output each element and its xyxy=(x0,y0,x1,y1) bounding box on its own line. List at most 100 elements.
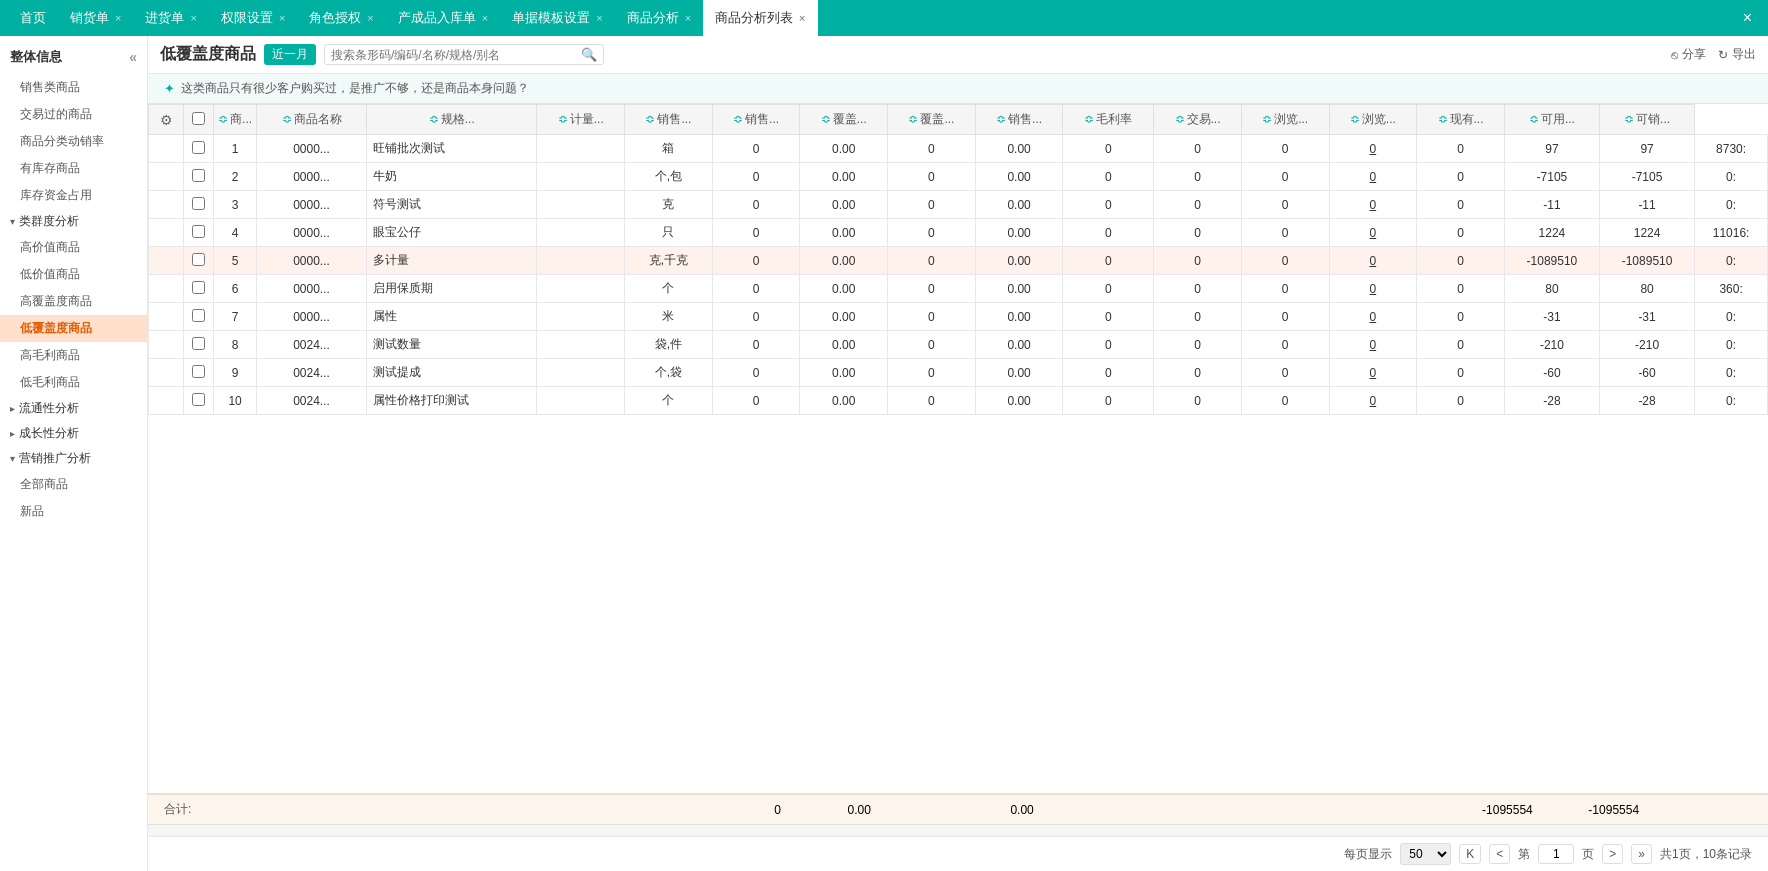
column-name[interactable]: ≎商品名称 xyxy=(257,105,367,135)
sidebar-item-sales-goods[interactable]: 销售类商品 xyxy=(0,74,147,101)
window-close-button[interactable]: × xyxy=(1735,9,1760,27)
row-checkbox[interactable] xyxy=(192,365,205,378)
cell-browse1[interactable]: 0 xyxy=(1329,163,1417,191)
cell-name[interactable]: 启用保质期 xyxy=(367,275,537,303)
nav-sales-order[interactable]: 销货单 × xyxy=(58,0,133,36)
cell-name[interactable]: 牛奶 xyxy=(367,163,537,191)
sidebar-group-growth[interactable]: ▸ 成长性分析 xyxy=(0,421,147,446)
nav-close-icon[interactable]: × xyxy=(190,12,196,24)
column-sales2[interactable]: ≎销售... xyxy=(975,105,1063,135)
cell-sales-amount: 0.00 xyxy=(800,219,888,247)
row-checkbox[interactable] xyxy=(192,393,205,406)
table-wrapper[interactable]: ⚙ ≎商... ≎商品名称 ≎规格... ≎计量... ≎销售... ≎销售..… xyxy=(148,104,1768,793)
cell-name[interactable]: 属性价格打印测试 xyxy=(367,387,537,415)
column-gross-rate[interactable]: ≎毛利率 xyxy=(1063,105,1154,135)
gear-icon[interactable]: ⚙ xyxy=(160,112,173,128)
column-unit[interactable]: ≎计量... xyxy=(537,105,625,135)
search-icon[interactable]: 🔍 xyxy=(581,47,597,62)
column-settings[interactable]: ⚙ xyxy=(149,105,184,135)
cell-browse1[interactable]: 0 xyxy=(1329,219,1417,247)
row-checkbox[interactable] xyxy=(192,281,205,294)
nav-product-inbound[interactable]: 产成品入库单 × xyxy=(386,0,500,36)
page-size-select[interactable]: 50 20 100 xyxy=(1400,843,1451,865)
cell-browse1[interactable]: 0 xyxy=(1329,135,1417,163)
sidebar-item-high-coverage[interactable]: 高覆盖度商品 xyxy=(0,288,147,315)
sort-icon: ≎ xyxy=(821,112,831,126)
nav-product-analysis[interactable]: 商品分析 × xyxy=(615,0,703,36)
sidebar-item-stocked-goods[interactable]: 有库存商品 xyxy=(0,155,147,182)
cell-browse1[interactable]: 0 xyxy=(1329,303,1417,331)
nav-close-icon[interactable]: × xyxy=(685,12,691,24)
nav-close-icon[interactable]: × xyxy=(115,12,121,24)
column-available[interactable]: ≎可用... xyxy=(1504,105,1599,135)
cell-browse1[interactable]: 0 xyxy=(1329,331,1417,359)
page-number-input[interactable] xyxy=(1538,844,1574,864)
cell-name[interactable]: 旺铺批次测试 xyxy=(367,135,537,163)
column-code[interactable]: ≎商... xyxy=(214,105,257,135)
column-cover1[interactable]: ≎覆盖... xyxy=(800,105,888,135)
sidebar-item-low-margin[interactable]: 低毛利商品 xyxy=(0,369,147,396)
cell-browse1[interactable]: 0 xyxy=(1329,387,1417,415)
cell-name[interactable]: 测试提成 xyxy=(367,359,537,387)
cell-browse1[interactable]: 0 xyxy=(1329,275,1417,303)
cell-browse1[interactable]: 0 xyxy=(1329,191,1417,219)
column-trade[interactable]: ≎交易... xyxy=(1154,105,1242,135)
horizontal-scrollbar[interactable] xyxy=(148,824,1768,836)
column-browse2[interactable]: ≎浏览... xyxy=(1329,105,1417,135)
sidebar-item-traded-goods[interactable]: 交易过的商品 xyxy=(0,101,147,128)
sidebar-item-new-goods[interactable]: 新品 xyxy=(0,498,147,525)
sidebar-collapse-button[interactable]: « xyxy=(129,49,137,65)
sidebar-item-high-margin[interactable]: 高毛利商品 xyxy=(0,342,147,369)
nav-close-icon[interactable]: × xyxy=(279,12,285,24)
column-saleable[interactable]: ≎可销... xyxy=(1599,105,1694,135)
column-sales-count[interactable]: ≎销售... xyxy=(625,105,713,135)
sidebar-item-high-value[interactable]: 高价值商品 xyxy=(0,234,147,261)
sidebar-item-inventory-capital[interactable]: 库存资金占用 xyxy=(0,182,147,209)
nav-home[interactable]: 首页 xyxy=(8,0,58,36)
period-button[interactable]: 近一月 xyxy=(264,44,316,65)
sidebar-group-marketing[interactable]: ▾ 营销推广分析 xyxy=(0,446,147,471)
row-checkbox[interactable] xyxy=(192,225,205,238)
search-input[interactable] xyxy=(331,48,581,62)
nav-close-icon[interactable]: × xyxy=(596,12,602,24)
nav-role-auth[interactable]: 角色授权 × xyxy=(297,0,385,36)
nav-close-icon[interactable]: × xyxy=(482,12,488,24)
column-current[interactable]: ≎现有... xyxy=(1417,105,1505,135)
nav-close-icon[interactable]: × xyxy=(367,12,373,24)
column-cover2[interactable]: ≎覆盖... xyxy=(888,105,976,135)
next-page-button[interactable]: > xyxy=(1602,844,1623,864)
column-spec[interactable]: ≎规格... xyxy=(367,105,537,135)
nav-close-icon[interactable]: × xyxy=(799,12,805,24)
sidebar-group-cluster-analysis[interactable]: ▾ 类群度分析 xyxy=(0,209,147,234)
sidebar-item-low-value[interactable]: 低价值商品 xyxy=(0,261,147,288)
sidebar-item-category-sales-rate[interactable]: 商品分类动销率 xyxy=(0,128,147,155)
cell-name[interactable]: 眼宝公仔 xyxy=(367,219,537,247)
nav-template-settings[interactable]: 单据模板设置 × xyxy=(500,0,614,36)
row-checkbox[interactable] xyxy=(192,309,205,322)
row-checkbox[interactable] xyxy=(192,141,205,154)
row-checkbox[interactable] xyxy=(192,197,205,210)
column-sales-amount[interactable]: ≎销售... xyxy=(712,105,800,135)
cell-name[interactable]: 测试数量 xyxy=(367,331,537,359)
cell-browse1[interactable]: 0 xyxy=(1329,359,1417,387)
export-button[interactable]: ↻ 导出 xyxy=(1718,46,1756,63)
nav-product-analysis-list[interactable]: 商品分析列表 × xyxy=(703,0,817,36)
row-checkbox[interactable] xyxy=(192,253,205,266)
first-page-button[interactable]: K xyxy=(1459,844,1481,864)
cell-name[interactable]: 多计量 xyxy=(367,247,537,275)
nav-permissions[interactable]: 权限设置 × xyxy=(209,0,297,36)
cell-browse1[interactable]: 0 xyxy=(1329,247,1417,275)
column-browse1[interactable]: ≎浏览... xyxy=(1241,105,1329,135)
row-checkbox[interactable] xyxy=(192,337,205,350)
sidebar-item-all-goods[interactable]: 全部商品 xyxy=(0,471,147,498)
share-button[interactable]: ⎋ 分享 xyxy=(1671,46,1706,63)
sidebar-group-liquidity[interactable]: ▸ 流通性分析 xyxy=(0,396,147,421)
cell-name[interactable]: 属性 xyxy=(367,303,537,331)
cell-name[interactable]: 符号测试 xyxy=(367,191,537,219)
row-checkbox[interactable] xyxy=(192,169,205,182)
prev-page-button[interactable]: < xyxy=(1489,844,1510,864)
select-all-checkbox[interactable] xyxy=(192,112,205,125)
last-page-button[interactable]: » xyxy=(1631,844,1652,864)
sidebar-item-low-coverage[interactable]: 低覆盖度商品 xyxy=(0,315,147,342)
nav-purchase-order[interactable]: 进货单 × xyxy=(133,0,208,36)
